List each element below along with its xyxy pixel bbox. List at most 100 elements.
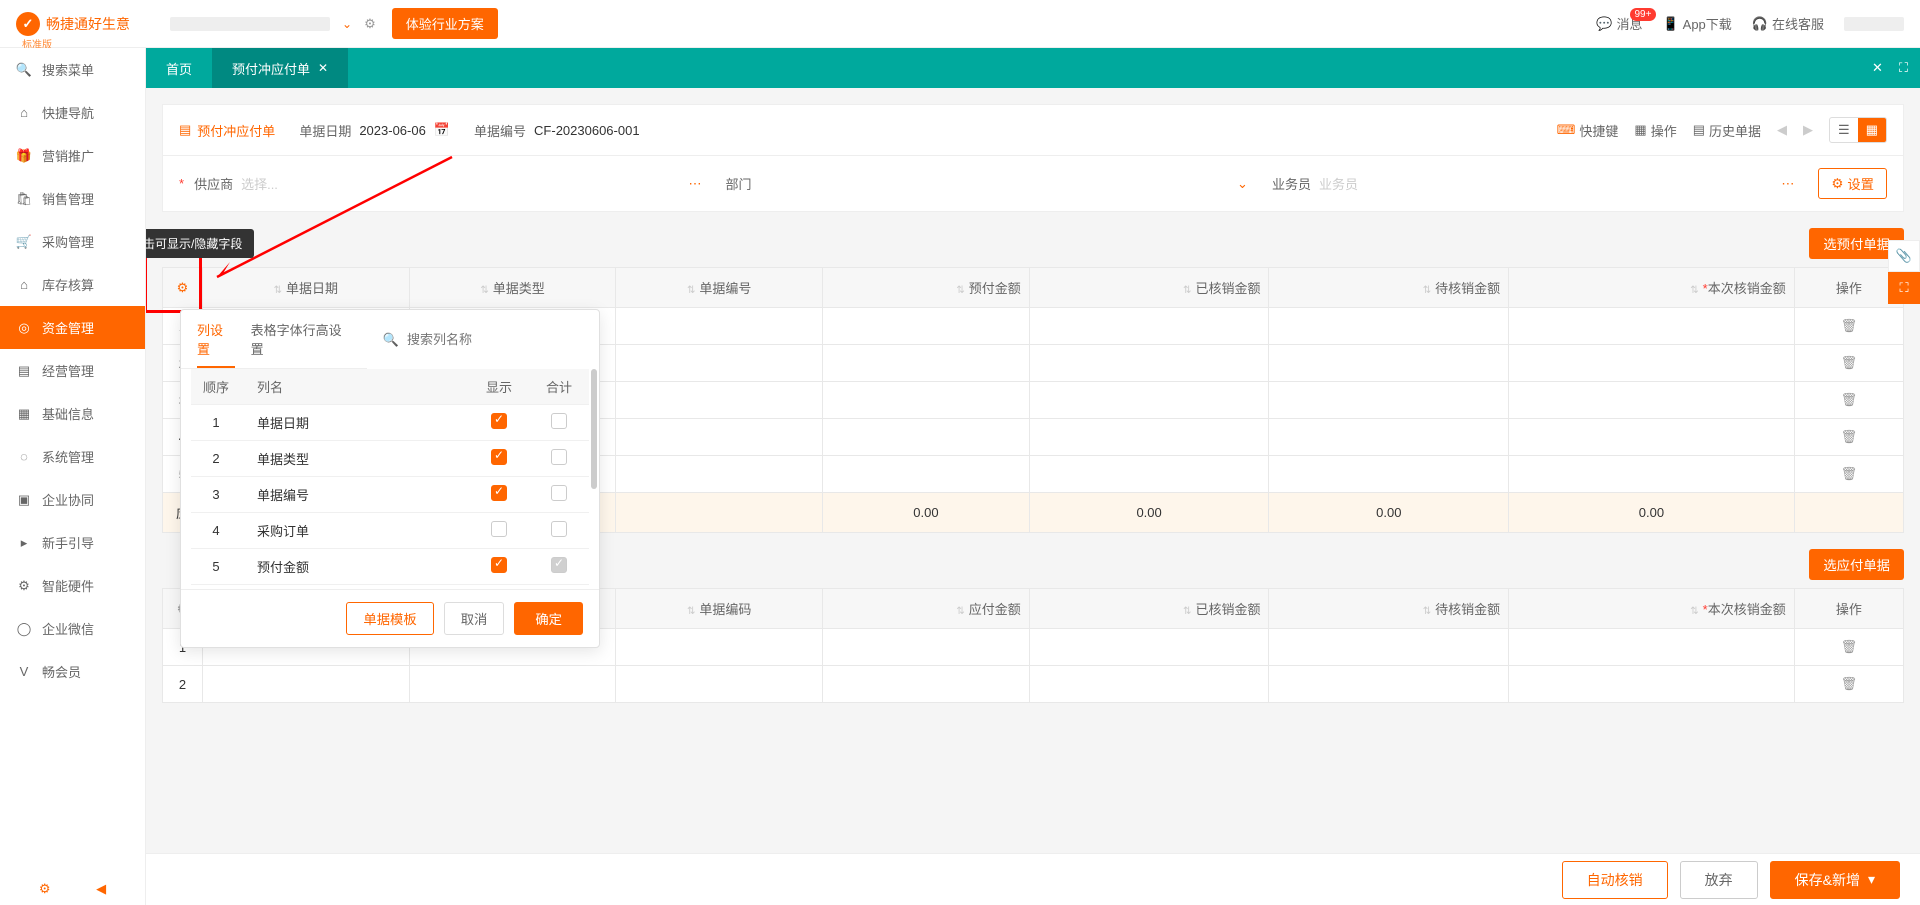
col-pending[interactable]: ⇅待核销金额 — [1269, 589, 1509, 629]
show-checkbox[interactable] — [491, 413, 507, 429]
sidebar-item[interactable]: 🔍搜索菜单 — [0, 48, 145, 91]
delete-icon[interactable]: 🗑 — [1841, 676, 1858, 691]
template-button[interactable]: 单据模板 — [346, 602, 433, 635]
prev-icon[interactable]: ◀ — [1777, 122, 1787, 138]
sidebar-item[interactable]: ◯企业微信 — [0, 607, 145, 650]
column-settings-icon[interactable]: ⚙ — [177, 280, 189, 295]
delete-icon[interactable]: 🗑 — [1841, 318, 1858, 333]
delete-icon[interactable]: 🗑 — [1841, 355, 1858, 370]
sidebar-item[interactable]: V畅会员 — [0, 650, 145, 693]
cancel-button[interactable]: 取消 — [444, 602, 505, 635]
col-thistime[interactable]: ⇅*本次核销金额 — [1509, 268, 1795, 308]
delete-icon[interactable]: 🗑 — [1841, 429, 1858, 444]
sidebar-collapse-icon[interactable]: ◀ — [96, 881, 106, 897]
supplier-input[interactable]: 选择... — [241, 174, 680, 193]
sum-checkbox[interactable] — [551, 521, 567, 537]
sidebar-item[interactable]: ⌂快捷导航 — [0, 91, 145, 134]
view-list-icon[interactable]: ☰ — [1830, 118, 1858, 142]
sidebar-item[interactable]: ▸新手引导 — [0, 521, 145, 564]
col-type[interactable]: ⇅单据类型 — [409, 268, 616, 308]
show-checkbox[interactable] — [491, 449, 507, 465]
supplier-more-icon[interactable]: ⋯ — [688, 176, 701, 192]
view-detail-icon[interactable]: ▦ — [1858, 118, 1886, 142]
sum-checkbox[interactable] — [551, 413, 567, 429]
col-no[interactable]: ⇅单据编号 — [616, 268, 823, 308]
sidebar-item[interactable]: ▦基础信息 — [0, 392, 145, 435]
clerk-more-icon[interactable]: ⋯ — [1781, 176, 1794, 192]
col-pending[interactable]: ⇅待核销金额 — [1269, 268, 1509, 308]
sidebar-item[interactable]: ◎资金管理 — [0, 306, 145, 349]
col-thistime[interactable]: ⇅*本次核销金额 — [1509, 589, 1795, 629]
column-setting-row[interactable]: 2单据类型 — [191, 441, 589, 477]
chevron-down-icon: ⌄ — [342, 17, 352, 31]
sidebar-item[interactable]: ⌂库存核算 — [0, 263, 145, 306]
tabs-fullscreen-icon[interactable]: ⛶ — [1895, 56, 1912, 80]
online-support-link[interactable]: 🎧 在线客服 — [1752, 14, 1824, 33]
sidebar-item[interactable]: ▤经营管理 — [0, 349, 145, 392]
popover-tab-columns[interactable]: 列设置 — [197, 320, 235, 368]
tab-current[interactable]: 预付冲应付单 ✕ — [212, 48, 348, 88]
delete-icon[interactable]: 🗑 — [1841, 639, 1858, 654]
sidebar-item[interactable]: 🎁营销推广 — [0, 134, 145, 177]
sidebar-settings-icon[interactable]: ⚙ — [39, 881, 51, 897]
document-header: ▤ 预付冲应付单 单据日期 2023-06-06 📅 单据编号 CF-20230… — [162, 104, 1904, 156]
sidebar-item-label: 营销推广 — [42, 146, 94, 165]
column-search-input[interactable] — [407, 332, 583, 347]
delete-icon[interactable]: 🗑 — [1841, 392, 1858, 407]
table-row[interactable]: 2🗑 — [163, 666, 1904, 703]
col-verified[interactable]: ⇅已核销金额 — [1029, 268, 1269, 308]
col-date[interactable]: ⇅单据日期 — [203, 268, 410, 308]
sidebar-item-label: 快捷导航 — [42, 103, 94, 122]
col-prepay[interactable]: ⇅预付金额 — [823, 268, 1030, 308]
confirm-button[interactable]: 确定 — [514, 602, 583, 635]
auto-verify-button[interactable]: 自动核销 — [1562, 861, 1668, 899]
column-setting-row[interactable]: 1单据日期 — [191, 405, 589, 441]
gear-icon[interactable]: ⚙ — [364, 16, 376, 32]
delete-icon[interactable]: 🗑 — [1841, 466, 1858, 481]
clerk-input[interactable]: 业务员 — [1319, 174, 1773, 193]
sidebar-item[interactable]: ▣企业协同 — [0, 478, 145, 521]
col-verified[interactable]: ⇅已核销金额 — [1029, 589, 1269, 629]
tab-close-icon[interactable]: ✕ — [318, 61, 328, 75]
sidebar-item[interactable]: 🛒采购管理 — [0, 220, 145, 263]
save-new-button[interactable]: 保存&新增 ▾ — [1770, 861, 1900, 899]
next-icon[interactable]: ▶ — [1803, 122, 1813, 138]
date-value[interactable]: 2023-06-06 — [359, 123, 426, 138]
popover-tab-font[interactable]: 表格字体行高设置 — [251, 320, 351, 368]
scrollbar[interactable] — [591, 369, 597, 489]
show-checkbox[interactable] — [491, 521, 507, 537]
operate-link[interactable]: ▦操作 — [1634, 121, 1676, 140]
tabs-close-all-icon[interactable]: ✕ — [1868, 56, 1887, 80]
history-link[interactable]: ▤历史单据 — [1693, 121, 1761, 140]
column-settings-tooltip: 点击可显示/隐藏字段 — [146, 229, 254, 258]
sidebar-icon: 🔍 — [16, 62, 32, 78]
sum-checkbox[interactable] — [551, 449, 567, 465]
column-setting-row[interactable]: 3单据编号 — [191, 477, 589, 513]
expand-icon[interactable]: ⛶ — [1888, 272, 1920, 304]
gear-icon: ⚙ — [1831, 176, 1843, 192]
select-payable-button[interactable]: 选应付单据 — [1809, 549, 1904, 580]
message-link[interactable]: 💬 消息 99+ — [1596, 14, 1642, 33]
sidebar-item[interactable]: ◌系统管理 — [0, 435, 145, 478]
app-download-link[interactable]: 📱 App下载 — [1662, 14, 1731, 33]
column-setting-row[interactable]: 4采购订单 — [191, 513, 589, 549]
tab-home[interactable]: 首页 — [146, 48, 212, 88]
discard-button[interactable]: 放弃 — [1680, 861, 1758, 899]
column-setting-row[interactable]: 5预付金额 — [191, 549, 589, 585]
column-setting-row[interactable]: 6已核销金额 — [191, 585, 589, 590]
shortcut-link[interactable]: ⌨快捷键 — [1557, 121, 1619, 140]
sidebar-item[interactable]: ⚙智能硬件 — [0, 564, 145, 607]
show-checkbox[interactable] — [491, 485, 507, 501]
sum-checkbox[interactable] — [551, 485, 567, 501]
dept-dropdown-icon[interactable]: ⌄ — [1237, 176, 1248, 192]
form-settings-button[interactable]: ⚙ 设置 — [1818, 168, 1887, 199]
col-payable[interactable]: ⇅应付金额 — [823, 589, 1030, 629]
calendar-icon[interactable]: 📅 — [434, 122, 450, 138]
col-code[interactable]: ⇅单据编码 — [616, 589, 823, 629]
sum-checkbox[interactable] — [551, 557, 567, 573]
show-checkbox[interactable] — [491, 557, 507, 573]
experience-button[interactable]: 体验行业方案 — [392, 8, 498, 39]
attachment-icon[interactable]: 📎 — [1888, 240, 1920, 272]
sidebar-item[interactable]: 🛍销售管理 — [0, 177, 145, 220]
org-selector[interactable]: ⌄ ⚙ — [170, 16, 376, 32]
